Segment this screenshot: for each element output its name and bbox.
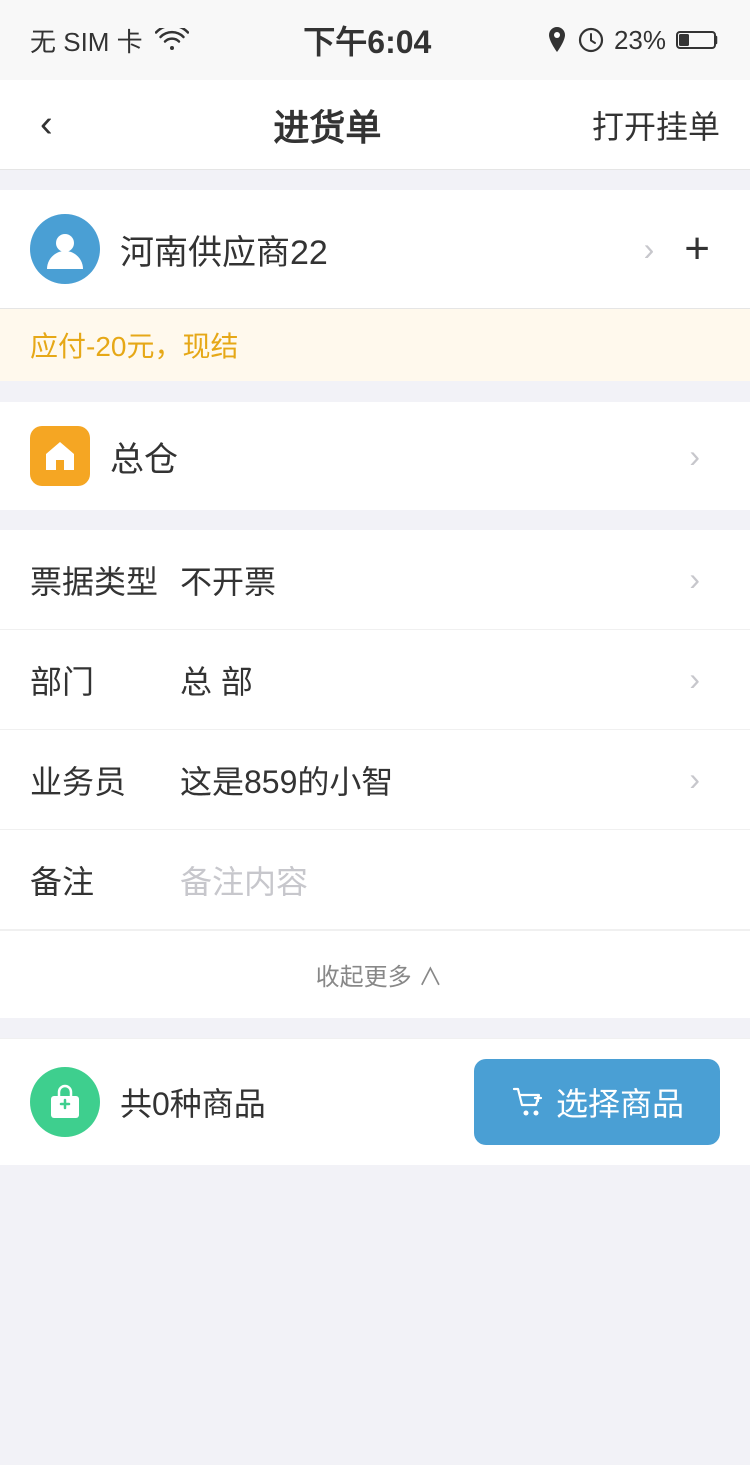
form-section: 票据类型 不开票 › 部门 总 部 › 业务员 这是859的小智 › 备注 备注… [0,530,750,1018]
house-icon [42,438,78,474]
remark-input[interactable]: 备注内容 [170,857,720,903]
battery-text: 23% [614,25,666,56]
supplier-name: 河南供应商22 [120,225,644,274]
cart-icon [510,1085,544,1119]
warehouse-card: 总仓 › [0,402,750,510]
dept-chevron-icon: › [689,661,700,698]
collapse-label: 收起更多 ∧ [316,957,443,992]
supplier-row[interactable]: 河南供应商22 › + [0,190,750,309]
invoice-label: 票据类型 [30,557,170,603]
status-time: 下午6:04 [303,17,431,63]
warehouse-icon-wrap [30,426,90,486]
location-icon [546,26,568,54]
sales-label: 业务员 [30,757,170,803]
section-divider-2 [0,382,750,402]
sales-row[interactable]: 业务员 这是859的小智 › [0,730,750,830]
wifi-icon [155,28,189,52]
product-bag-icon [45,1082,85,1122]
add-button[interactable]: + [674,224,720,274]
battery-icon [676,29,720,51]
warehouse-chevron-icon: › [689,438,700,475]
remark-label: 备注 [30,857,170,903]
product-icon-wrap [30,1067,100,1137]
section-divider-1 [0,170,750,190]
person-icon [43,227,87,271]
product-count: 共0种商品 [120,1079,474,1125]
warehouse-name: 总仓 [110,432,689,481]
status-bar: 无 SIM 卡 下午6:04 23% [0,0,750,80]
select-product-button[interactable]: 选择商品 [474,1059,720,1145]
sales-value: 这是859的小智 [170,757,689,803]
bottom-bar: 共0种商品 选择商品 [0,1038,750,1165]
clock-icon [578,27,604,53]
status-carrier: 无 SIM 卡 [30,22,189,59]
back-button[interactable]: ‹ [30,93,63,156]
invoice-value: 不开票 [170,557,689,603]
invoice-chevron-icon: › [689,561,700,598]
dept-value: 总 部 [170,657,689,703]
supplier-card: 河南供应商22 › + 应付-20元，现结 [0,190,750,382]
warehouse-row[interactable]: 总仓 › [0,402,750,510]
notice-text: 应付-20元，现结 [30,331,238,362]
carrier-text: 无 SIM 卡 [30,22,143,59]
remark-row[interactable]: 备注 备注内容 [0,830,750,930]
select-product-label: 选择商品 [556,1079,684,1125]
page-title: 进货单 [273,99,381,151]
collapse-toggle[interactable]: 收起更多 ∧ [0,930,750,1018]
nav-bar: ‹ 进货单 打开挂单 [0,80,750,170]
notice-bar: 应付-20元，现结 [0,309,750,382]
bottom-fill [0,1165,750,1465]
open-pending-button[interactable]: 打开挂单 [592,102,720,148]
dept-label: 部门 [30,657,170,703]
status-right: 23% [546,25,720,56]
supplier-avatar [30,214,100,284]
invoice-row[interactable]: 票据类型 不开票 › [0,530,750,630]
sales-chevron-icon: › [689,761,700,798]
dept-row[interactable]: 部门 总 部 › [0,630,750,730]
supplier-chevron-icon: › [644,231,655,268]
